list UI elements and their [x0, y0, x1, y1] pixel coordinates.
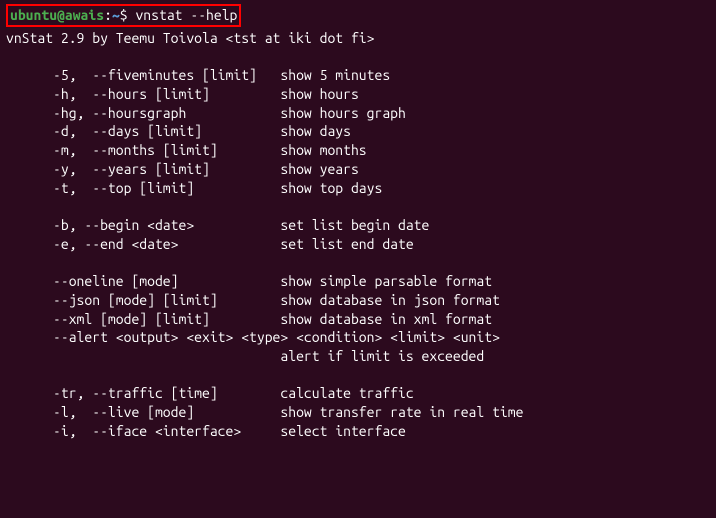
help-line: -m, --months [limit] show months	[6, 141, 710, 160]
help-line: -5, --fiveminutes [limit] show 5 minutes	[6, 66, 710, 85]
option-group: -5, --fiveminutes [limit] show 5 minutes…	[6, 66, 710, 198]
help-line: -h, --hours [limit] show hours	[6, 85, 710, 104]
prompt-path: ~	[112, 7, 120, 23]
help-line: -y, --years [limit] show years	[6, 160, 710, 179]
terminal[interactable]: ubuntu@awais:~$ vnstat --help vnStat 2.9…	[6, 4, 710, 441]
option-group: --oneline [mode] show simple parsable fo…	[6, 272, 710, 366]
option-group: -tr, --traffic [time] calculate traffic …	[6, 384, 710, 441]
help-line: -e, --end <date> set list end date	[6, 235, 710, 254]
help-line: -b, --begin <date> set list begin date	[6, 216, 710, 235]
prompt-dollar: $	[120, 7, 128, 23]
help-line: --json [mode] [limit] show database in j…	[6, 291, 710, 310]
help-line: -t, --top [limit] show top days	[6, 179, 710, 198]
help-line: alert if limit is exceeded	[6, 347, 710, 366]
help-line: -i, --iface <interface> select interface	[6, 422, 710, 441]
help-line: --alert <output> <exit> <type> <conditio…	[6, 328, 710, 347]
help-line: -tr, --traffic [time] calculate traffic	[6, 384, 710, 403]
help-line: --oneline [mode] show simple parsable fo…	[6, 272, 710, 291]
command-text: vnstat --help	[135, 7, 237, 23]
option-group: -b, --begin <date> set list begin date -…	[6, 216, 710, 254]
help-line: --xml [mode] [limit] show database in xm…	[6, 310, 710, 329]
prompt-colon: :	[104, 7, 112, 23]
prompt-user-host: ubuntu@awais	[10, 7, 104, 23]
help-line: -l, --live [mode] show transfer rate in …	[6, 403, 710, 422]
prompt-highlight-box: ubuntu@awais:~$ vnstat --help	[6, 4, 241, 27]
help-line: -hg, --hoursgraph show hours graph	[6, 104, 710, 123]
version-header: vnStat 2.9 by Teemu Toivola <tst at iki …	[6, 29, 710, 48]
help-line: -d, --days [limit] show days	[6, 122, 710, 141]
